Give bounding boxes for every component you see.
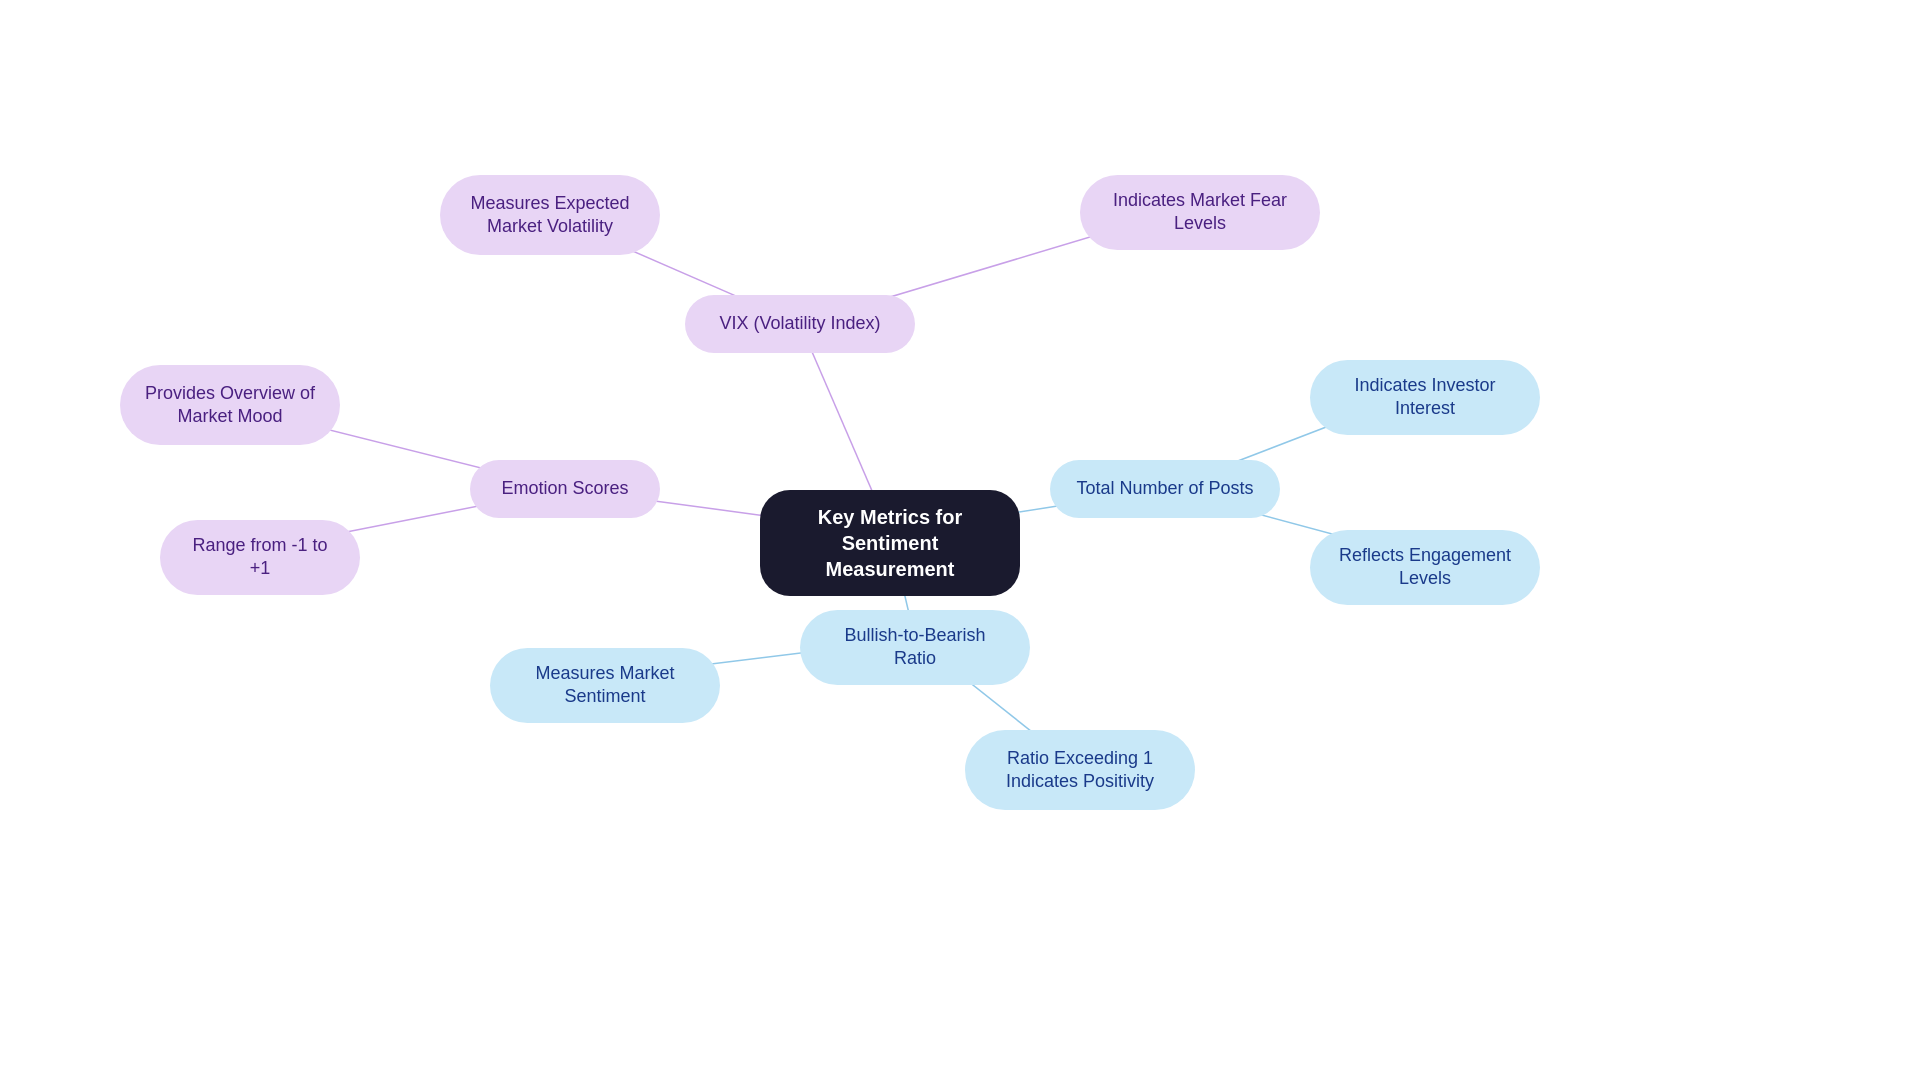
- investor-interest-node: Indicates Investor Interest: [1310, 360, 1540, 435]
- market-mood-node: Provides Overview of Market Mood: [120, 365, 340, 445]
- total-posts-label: Total Number of Posts: [1076, 477, 1253, 500]
- measures-volatility-label: Measures Expected Market Volatility: [462, 192, 638, 239]
- engagement-node: Reflects Engagement Levels: [1310, 530, 1540, 605]
- market-fear-node: Indicates Market Fear Levels: [1080, 175, 1320, 250]
- ratio-exceeding-label: Ratio Exceeding 1 Indicates Positivity: [987, 747, 1173, 794]
- center-label: Key Metrics for Sentiment Measurement: [782, 504, 998, 582]
- emotion-scores-node: Emotion Scores: [470, 460, 660, 518]
- engagement-label: Reflects Engagement Levels: [1332, 544, 1518, 591]
- investor-interest-label: Indicates Investor Interest: [1332, 374, 1518, 421]
- bullish-ratio-node: Bullish-to-Bearish Ratio: [800, 610, 1030, 685]
- center-node: Key Metrics for Sentiment Measurement: [760, 490, 1020, 596]
- mind-map: Key Metrics for Sentiment Measurement VI…: [0, 0, 1920, 1083]
- ratio-exceeding-node: Ratio Exceeding 1 Indicates Positivity: [965, 730, 1195, 810]
- vix-label: VIX (Volatility Index): [719, 312, 880, 335]
- range-node: Range from -1 to +1: [160, 520, 360, 595]
- bullish-ratio-label: Bullish-to-Bearish Ratio: [822, 624, 1008, 671]
- range-label: Range from -1 to +1: [182, 534, 338, 581]
- emotion-scores-label: Emotion Scores: [501, 477, 628, 500]
- market-mood-label: Provides Overview of Market Mood: [142, 382, 318, 429]
- measures-sentiment-node: Measures Market Sentiment: [490, 648, 720, 723]
- measures-sentiment-label: Measures Market Sentiment: [512, 662, 698, 709]
- measures-volatility-node: Measures Expected Market Volatility: [440, 175, 660, 255]
- market-fear-label: Indicates Market Fear Levels: [1102, 189, 1298, 236]
- total-posts-node: Total Number of Posts: [1050, 460, 1280, 518]
- vix-node: VIX (Volatility Index): [685, 295, 915, 353]
